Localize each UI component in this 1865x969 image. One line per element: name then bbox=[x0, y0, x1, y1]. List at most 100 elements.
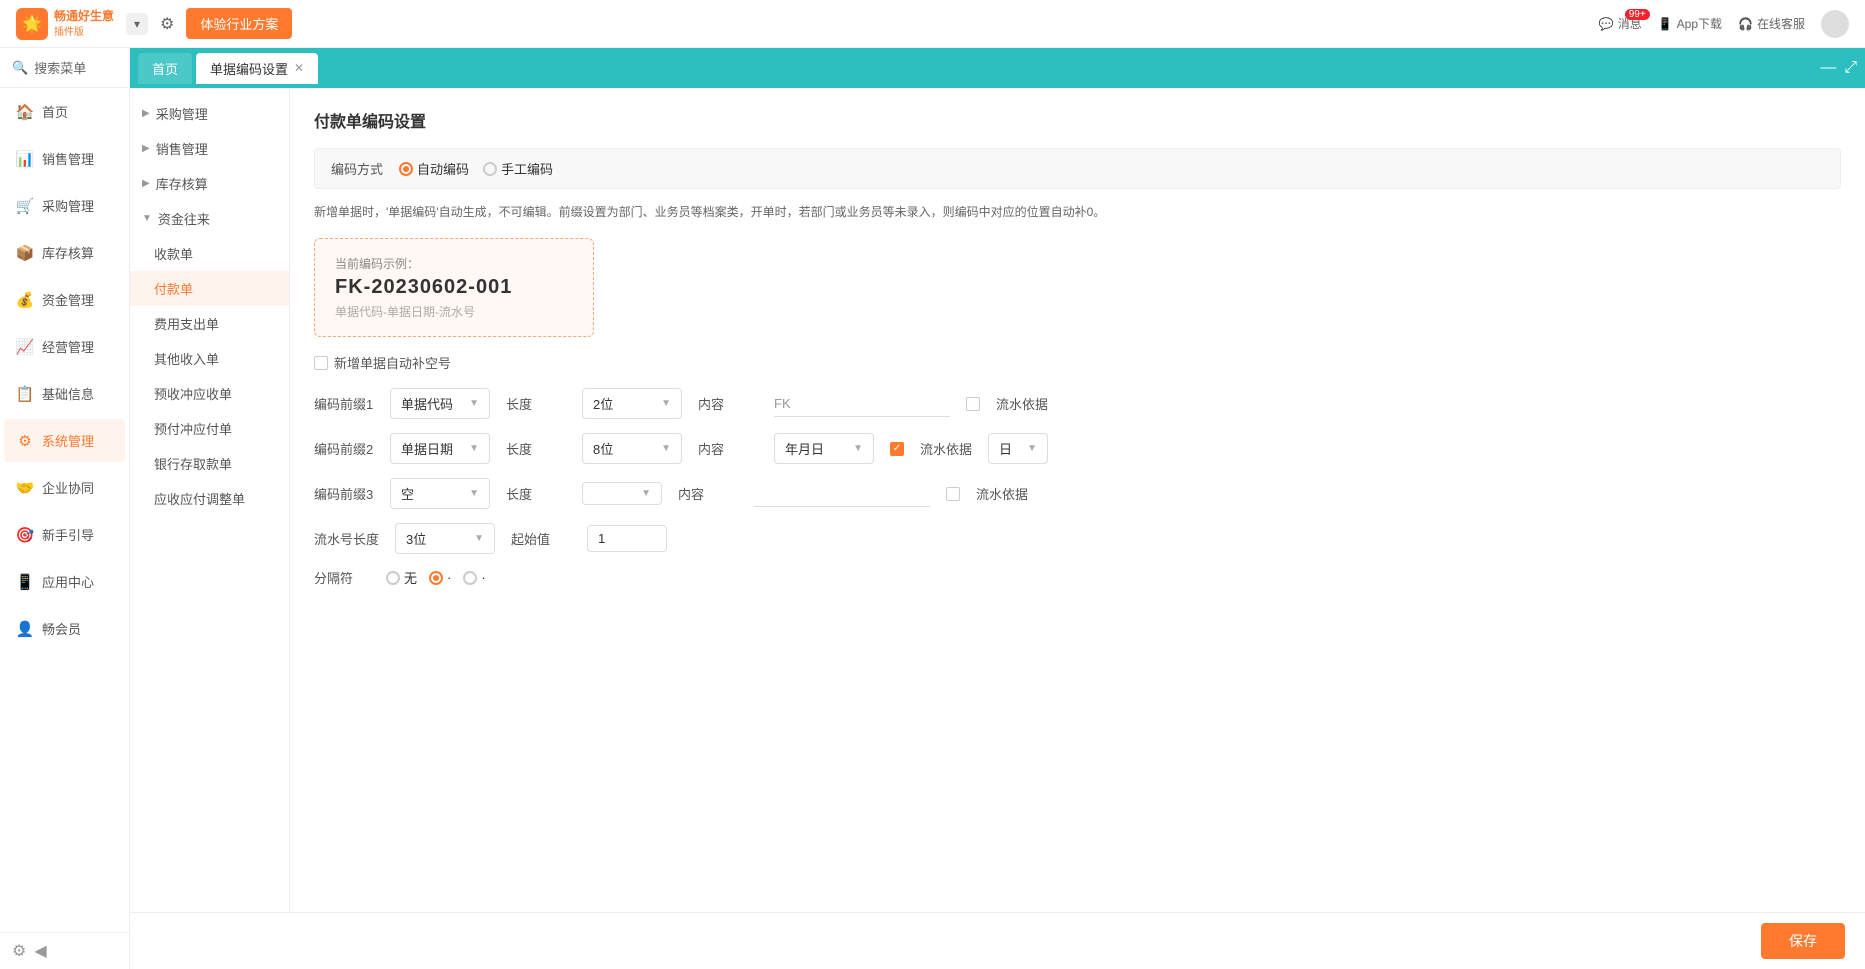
serial2-checkbox[interactable]: ✓ bbox=[890, 442, 904, 456]
form-area: 付款单编码设置 编码方式 自动编码 手工编码 bbox=[290, 88, 1865, 912]
length2-arrow: ▼ bbox=[661, 443, 671, 454]
menu-item-pre-payment[interactable]: 预付冲应付单 bbox=[130, 411, 289, 446]
sidebar-item-home[interactable]: 🏠 首页 bbox=[4, 90, 125, 133]
logo-title: 畅通好生意 bbox=[54, 9, 114, 23]
avatar[interactable] bbox=[1821, 10, 1849, 38]
guide-icon: 🎯 bbox=[16, 526, 34, 544]
sidebar-item-purchase[interactable]: 🛒 采购管理 bbox=[4, 184, 125, 227]
basic-icon: 📋 bbox=[16, 385, 34, 403]
serial2-unit-select[interactable]: 日 ▼ bbox=[988, 433, 1048, 464]
prefix3-select[interactable]: 空 ▼ bbox=[390, 478, 490, 509]
tab-encode-settings[interactable]: 单据编码设置 ✕ bbox=[196, 53, 318, 84]
prefix1-label: 编码前缀1 bbox=[314, 394, 374, 413]
sep-option-none[interactable]: 无 bbox=[386, 568, 417, 587]
serial1-label: 流水依据 bbox=[996, 394, 1048, 413]
topbar-settings-btn[interactable]: ⚙ bbox=[160, 14, 174, 34]
sidebar-item-inventory[interactable]: 📦 库存核算 bbox=[4, 231, 125, 274]
preview-sub: 单据代码-单据日期-流水号 bbox=[335, 303, 573, 320]
radio-group-encode: 自动编码 手工编码 bbox=[399, 159, 553, 178]
sidebar-item-system[interactable]: ⚙ 系统管理 bbox=[4, 419, 125, 462]
serial2-label: 流水依据 bbox=[920, 439, 972, 458]
sep-option-dot1[interactable]: · bbox=[429, 570, 451, 585]
prefix2-label: 编码前缀2 bbox=[314, 439, 374, 458]
page-title: 付款单编码设置 bbox=[314, 108, 1841, 132]
start-value-input[interactable] bbox=[587, 525, 667, 552]
content2-select[interactable]: 年月日 ▼ bbox=[774, 433, 874, 464]
sep-option-dot2[interactable]: · bbox=[463, 570, 485, 585]
sidebar-item-apps[interactable]: 📱 应用中心 bbox=[4, 560, 125, 603]
messages-btn[interactable]: 💬 消息 99+ bbox=[1599, 15, 1642, 32]
sidebar-item-guide[interactable]: 🎯 新手引导 bbox=[4, 513, 125, 556]
prefix-row-1: 编码前缀1 单据代码 ▼ 长度 2位 ▼ 内容 流水依据 bbox=[314, 388, 1841, 419]
serial-length-select[interactable]: 3位 ▼ bbox=[395, 523, 495, 554]
menu-group-header-funds[interactable]: ▼ 资金往来 bbox=[130, 201, 289, 236]
sidebar-label-member: 畅会员 bbox=[42, 619, 81, 638]
sidebar-collapse-btn[interactable]: ◀ bbox=[34, 941, 46, 961]
menu-group-header-purchase[interactable]: ▶ 采购管理 bbox=[130, 96, 289, 131]
prefix1-arrow: ▼ bbox=[469, 398, 479, 409]
arrow-funds: ▼ bbox=[142, 213, 152, 224]
length3-select[interactable]: ▼ bbox=[582, 482, 662, 505]
messages-badge: 99+ bbox=[1625, 9, 1650, 20]
tabbar-expand-btn[interactable]: ⤢ bbox=[1844, 59, 1857, 77]
sidebar-label-basic: 基础信息 bbox=[42, 384, 94, 403]
prefix1-select[interactable]: 单据代码 ▼ bbox=[390, 388, 490, 419]
serial3-checkbox[interactable] bbox=[946, 487, 960, 501]
prefix2-select[interactable]: 单据日期 ▼ bbox=[390, 433, 490, 464]
content: ▶ 采购管理 ▶ 销售管理 ▶ 库存核算 bbox=[130, 88, 1865, 912]
system-icon: ⚙ bbox=[16, 432, 34, 450]
tab-home[interactable]: 首页 bbox=[138, 53, 192, 84]
radio-auto-encode[interactable]: 自动编码 bbox=[399, 159, 469, 178]
prefix1-value: 单据代码 bbox=[401, 394, 453, 413]
save-button[interactable]: 保存 bbox=[1761, 923, 1845, 959]
menu-item-adjust[interactable]: 应收应付调整单 bbox=[130, 481, 289, 516]
sidebar-item-member[interactable]: 👤 畅会员 bbox=[4, 607, 125, 650]
app-download-btn[interactable]: 📱 App下载 bbox=[1658, 15, 1722, 32]
content1-label: 内容 bbox=[698, 394, 758, 413]
menu-group-header-inventory[interactable]: ▶ 库存核算 bbox=[130, 166, 289, 201]
prefix3-label: 编码前缀3 bbox=[314, 484, 374, 503]
sep-dot-dot1 bbox=[429, 571, 443, 585]
online-service-btn[interactable]: 🎧 在线客服 bbox=[1738, 15, 1805, 32]
separator-row: 分隔符 无 · · bbox=[314, 568, 1841, 587]
menu-item-expense[interactable]: 费用支出单 bbox=[130, 306, 289, 341]
menu-item-bank[interactable]: 银行存取款单 bbox=[130, 446, 289, 481]
topbar-left: 🌟 畅通好生意 插件版 ▾ ⚙ 体验行业方案 bbox=[16, 8, 292, 40]
sidebar-label-apps: 应用中心 bbox=[42, 572, 94, 591]
content1-input[interactable] bbox=[774, 391, 950, 417]
length2-select[interactable]: 8位 ▼ bbox=[582, 433, 682, 464]
sidebar-settings-btn[interactable]: ⚙ bbox=[12, 941, 26, 961]
content3-label: 内容 bbox=[678, 484, 738, 503]
trial-btn[interactable]: 体验行业方案 bbox=[186, 8, 292, 39]
sidebar-item-finance[interactable]: 💰 资金管理 bbox=[4, 278, 125, 321]
auto-fill-checkbox[interactable] bbox=[314, 356, 328, 370]
sidebar-item-sales[interactable]: 📊 销售管理 bbox=[4, 137, 125, 180]
menu-item-receipt[interactable]: 收款单 bbox=[130, 236, 289, 271]
logo-subtitle: 插件版 bbox=[54, 23, 114, 38]
length1-value: 2位 bbox=[593, 394, 613, 413]
radio-manual-encode[interactable]: 手工编码 bbox=[483, 159, 553, 178]
menu-item-other-income[interactable]: 其他收入单 bbox=[130, 341, 289, 376]
start-value-label: 起始值 bbox=[511, 529, 571, 548]
length1-select[interactable]: 2位 ▼ bbox=[582, 388, 682, 419]
serial1-checkbox[interactable] bbox=[966, 397, 980, 411]
sidebar-search[interactable]: 🔍 搜索菜单 bbox=[0, 48, 129, 88]
tabbar-minimize-btn[interactable]: — bbox=[1820, 59, 1836, 77]
radio-manual-label: 手工编码 bbox=[501, 159, 553, 178]
menu-item-pre-receipt[interactable]: 预收冲应收单 bbox=[130, 376, 289, 411]
prefix2-value: 单据日期 bbox=[401, 439, 453, 458]
sidebar-item-operations[interactable]: 📈 经营管理 bbox=[4, 325, 125, 368]
menu-item-payment[interactable]: 付款单 bbox=[130, 271, 289, 306]
menu-label-funds: 资金往来 bbox=[158, 209, 210, 228]
menu-group-header-sales[interactable]: ▶ 销售管理 bbox=[130, 131, 289, 166]
serial-settings-row: 流水号长度 3位 ▼ 起始值 bbox=[314, 523, 1841, 554]
nav-dropdown-btn[interactable]: ▾ bbox=[126, 13, 148, 35]
sidebar-item-collab[interactable]: 🤝 企业协同 bbox=[4, 466, 125, 509]
service-label: 在线客服 bbox=[1757, 15, 1805, 32]
sep-label-dot2: · bbox=[481, 570, 485, 585]
tab-home-label: 首页 bbox=[152, 59, 178, 78]
sidebar-item-basic[interactable]: 📋 基础信息 bbox=[4, 372, 125, 415]
tab-close-icon[interactable]: ✕ bbox=[294, 61, 304, 75]
bottom-bar: 保存 bbox=[130, 912, 1865, 969]
content3-input[interactable] bbox=[754, 481, 930, 507]
